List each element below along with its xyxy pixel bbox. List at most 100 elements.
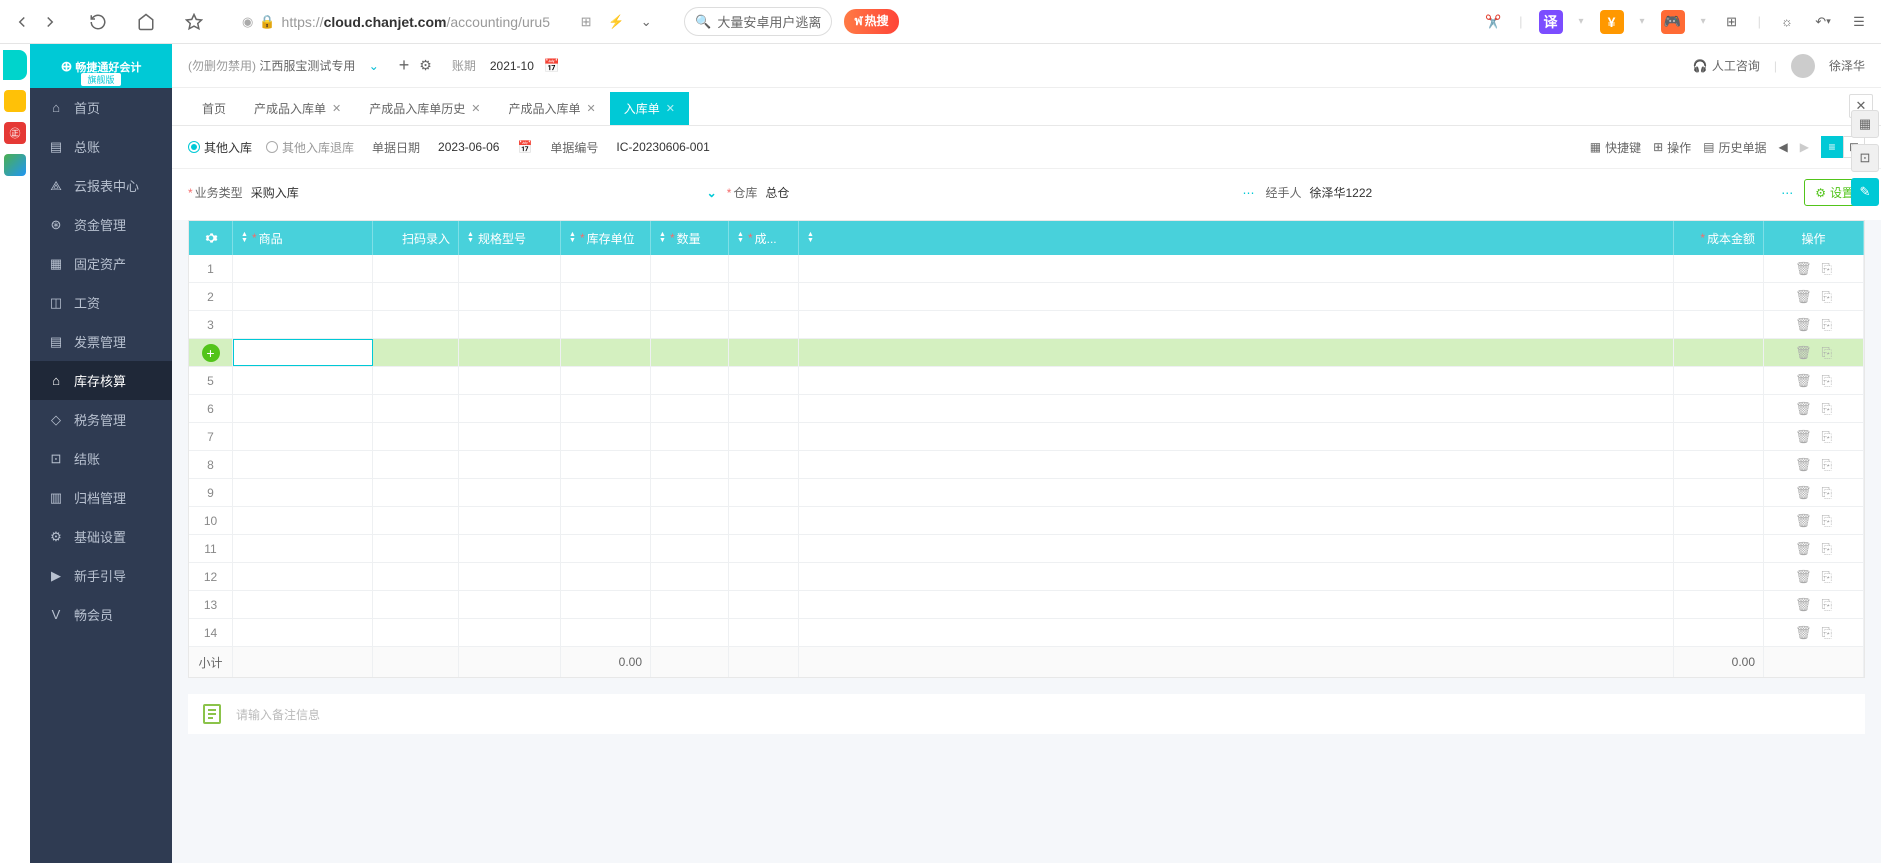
cell-spec[interactable] xyxy=(459,367,561,394)
table-row[interactable]: 3🗑⎘ xyxy=(189,311,1864,339)
cell-spec[interactable] xyxy=(459,619,561,646)
close-icon[interactable]: ✕ xyxy=(471,102,480,115)
user-name[interactable]: 徐泽华 xyxy=(1829,57,1865,74)
reload-icon[interactable] xyxy=(88,12,108,32)
cell-amount[interactable] xyxy=(1674,395,1764,422)
cell-product[interactable] xyxy=(233,423,373,450)
tab-inbound[interactable]: 入库单✕ xyxy=(610,92,689,125)
os-app-2[interactable] xyxy=(4,90,26,112)
forward-icon[interactable] xyxy=(40,12,60,32)
table-row[interactable]: 5🗑⎘ xyxy=(189,367,1864,395)
cell-blank[interactable] xyxy=(799,591,1674,618)
cell-spec[interactable] xyxy=(459,423,561,450)
handler-select[interactable]: 徐泽华1222 xyxy=(1309,184,1773,201)
cell-cost[interactable] xyxy=(729,367,799,394)
delete-row-icon[interactable]: 🗑 xyxy=(1795,261,1812,277)
chevron-down-icon[interactable]: ⌄ xyxy=(707,186,717,200)
cell-amount[interactable] xyxy=(1674,591,1764,618)
copy-row-icon[interactable]: ⎘ xyxy=(1822,373,1832,389)
more-icon[interactable]: ⋯ xyxy=(1781,186,1794,200)
cell-product[interactable] xyxy=(233,283,373,310)
cell-qty[interactable] xyxy=(651,395,729,422)
cell-amount[interactable] xyxy=(1674,311,1764,338)
sidebar-item-assets[interactable]: ▦固定资产 xyxy=(30,244,172,283)
cell-scan[interactable] xyxy=(373,367,459,394)
cell-amount[interactable] xyxy=(1674,339,1764,366)
cell-unit[interactable] xyxy=(561,619,651,646)
cell-qty[interactable] xyxy=(651,479,729,506)
undo-icon[interactable]: ↶▾ xyxy=(1813,12,1833,32)
th-spec[interactable]: ▲▼规格型号 xyxy=(459,221,561,255)
cell-product[interactable] xyxy=(233,255,373,282)
copy-row-icon[interactable]: ⎘ xyxy=(1822,345,1832,361)
cell-unit[interactable] xyxy=(561,563,651,590)
view-list-button[interactable]: ≡ xyxy=(1821,136,1843,158)
cell-scan[interactable] xyxy=(373,591,459,618)
copy-row-icon[interactable]: ⎘ xyxy=(1822,541,1832,557)
scissors-icon[interactable]: ✂️ xyxy=(1483,12,1503,32)
delete-row-icon[interactable]: 🗑 xyxy=(1795,625,1812,641)
th-product[interactable]: ▲▼*商品 xyxy=(233,221,373,255)
cell-qty[interactable] xyxy=(651,283,729,310)
cell-spec[interactable] xyxy=(459,255,561,282)
cell-blank[interactable] xyxy=(799,535,1674,562)
cell-cost[interactable] xyxy=(729,451,799,478)
date-value[interactable]: 2023-06-06 xyxy=(438,140,499,154)
star-icon[interactable] xyxy=(184,12,204,32)
cell-cost[interactable] xyxy=(729,283,799,310)
operation-button[interactable]: ⊞操作 xyxy=(1653,139,1691,156)
remarks-input[interactable]: 请输入备注信息 xyxy=(236,706,320,723)
cell-cost[interactable] xyxy=(729,339,799,366)
delete-row-icon[interactable]: 🗑 xyxy=(1795,513,1812,529)
cell-unit[interactable] xyxy=(561,423,651,450)
close-icon[interactable]: ✕ xyxy=(666,102,675,115)
delete-row-icon[interactable]: 🗑 xyxy=(1795,317,1812,333)
add-company-button[interactable]: + xyxy=(399,55,410,76)
cell-scan[interactable] xyxy=(373,619,459,646)
brightness-icon[interactable]: ☼ xyxy=(1777,12,1797,32)
th-qty[interactable]: ▲▼*数量 xyxy=(651,221,729,255)
table-row[interactable]: 6🗑⎘ xyxy=(189,395,1864,423)
delete-row-icon[interactable]: 🗑 xyxy=(1795,597,1812,613)
tab-product-in-2[interactable]: 产成品入库单✕ xyxy=(494,92,609,125)
cell-product[interactable] xyxy=(233,479,373,506)
cell-unit[interactable] xyxy=(561,535,651,562)
next-doc-button[interactable]: ▶ xyxy=(1800,140,1809,154)
copy-row-icon[interactable]: ⎘ xyxy=(1822,261,1832,277)
cell-cost[interactable] xyxy=(729,591,799,618)
cell-blank[interactable] xyxy=(799,255,1674,282)
tab-home[interactable]: 首页 xyxy=(188,92,240,125)
close-icon[interactable]: ✕ xyxy=(587,102,596,115)
table-row[interactable]: 14🗑⎘ xyxy=(189,619,1864,647)
translate-icon[interactable]: 译 xyxy=(1539,10,1563,34)
cell-amount[interactable] xyxy=(1674,451,1764,478)
sidebar-item-invoice[interactable]: ▤发票管理 xyxy=(30,322,172,361)
cell-blank[interactable] xyxy=(799,423,1674,450)
cell-blank[interactable] xyxy=(799,339,1674,366)
cell-cost[interactable] xyxy=(729,395,799,422)
add-row-button[interactable]: + xyxy=(202,344,220,362)
th-scan[interactable]: 扫码录入 xyxy=(373,221,459,255)
company-settings-button[interactable]: ⚙ xyxy=(419,57,432,74)
sidebar-item-cloud-reports[interactable]: ⟁云报表中心 xyxy=(30,166,172,205)
back-icon[interactable] xyxy=(12,12,32,32)
cell-unit[interactable] xyxy=(561,283,651,310)
cell-product[interactable] xyxy=(233,339,373,366)
cell-scan[interactable] xyxy=(373,479,459,506)
cell-scan[interactable] xyxy=(373,535,459,562)
cell-spec[interactable] xyxy=(459,451,561,478)
delete-row-icon[interactable]: 🗑 xyxy=(1795,345,1812,361)
cell-spec[interactable] xyxy=(459,479,561,506)
cell-product[interactable] xyxy=(233,311,373,338)
logo[interactable]: ⊕ 畅捷通好会计 旗舰版 xyxy=(30,44,172,88)
cell-qty[interactable] xyxy=(651,339,729,366)
warehouse-select[interactable]: 总仓 xyxy=(765,184,1234,201)
cell-product[interactable] xyxy=(233,451,373,478)
close-icon[interactable]: ✕ xyxy=(332,102,341,115)
help-button[interactable]: 🎧人工咨询 xyxy=(1693,57,1760,74)
th-settings[interactable] xyxy=(189,221,233,255)
calendar-icon[interactable]: 📅 xyxy=(544,58,560,74)
cell-qty[interactable] xyxy=(651,367,729,394)
cell-amount[interactable] xyxy=(1674,563,1764,590)
copy-row-icon[interactable]: ⎘ xyxy=(1822,485,1832,501)
